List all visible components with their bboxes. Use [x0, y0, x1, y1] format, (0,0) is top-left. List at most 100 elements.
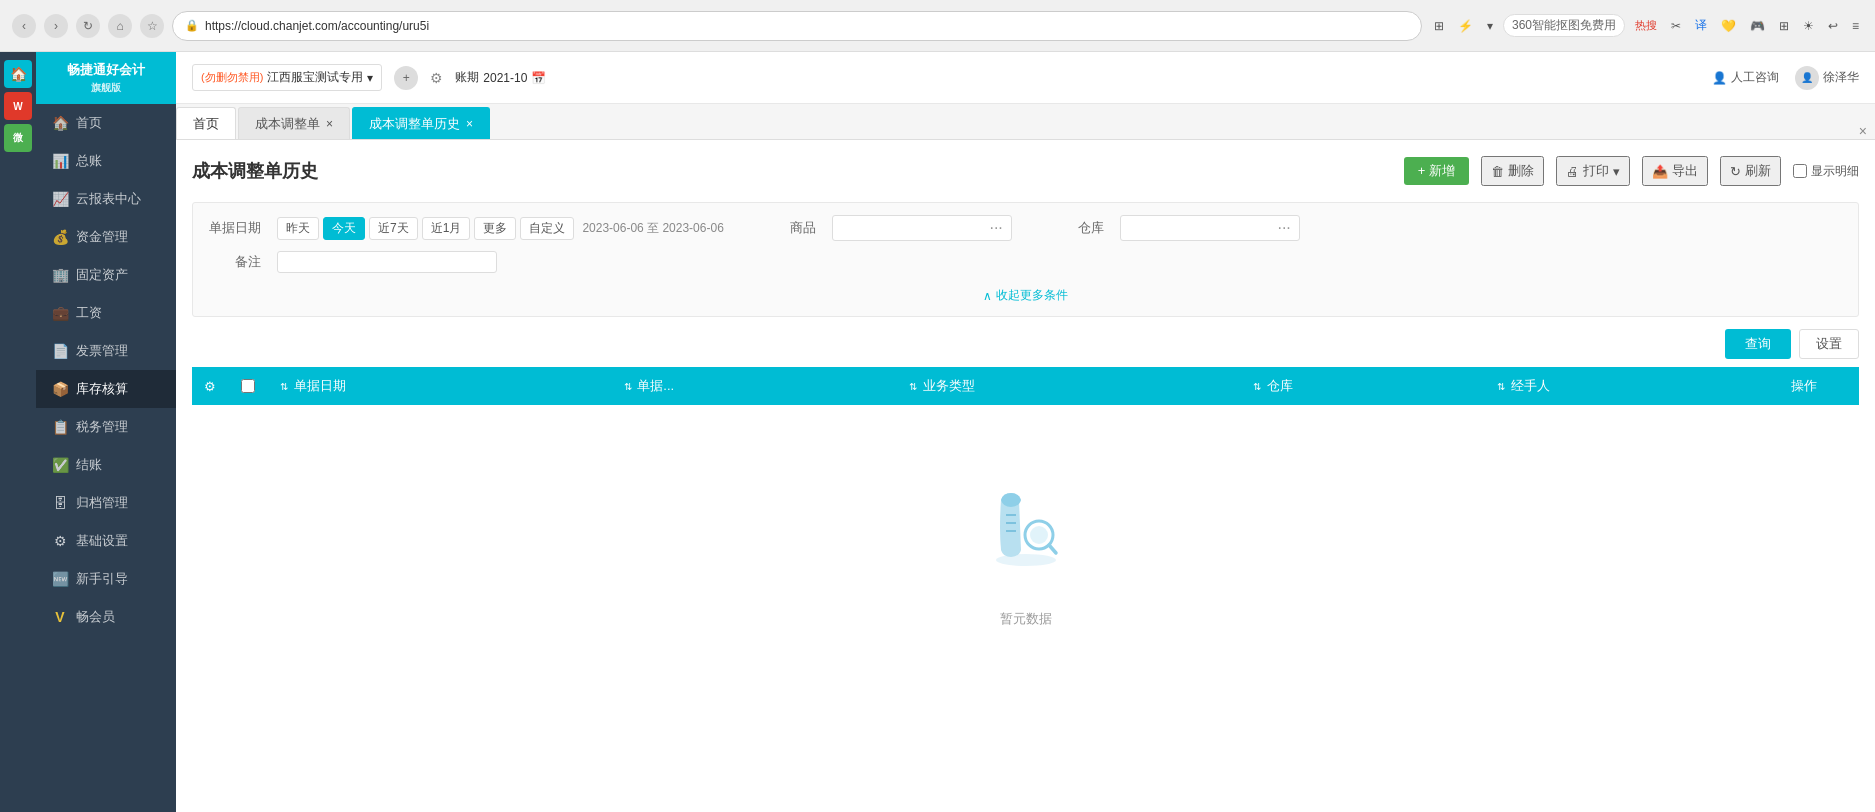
sidebar-item-home[interactable]: 🏠 首页 [36, 104, 176, 142]
th-date-label: 单据日期 [294, 378, 346, 393]
page-title: 成本调整单历史 [192, 159, 318, 183]
lightning-icon[interactable]: ⚡ [1454, 17, 1477, 35]
ssl-icon: 🔒 [185, 19, 199, 32]
extensions-icon[interactable]: ⊞ [1430, 17, 1448, 35]
nav-sidebar: 畅捷通好会计 旗舰版 🏠 首页 📊 总账 📈 云报表中心 💰 资金管理 🏢 固定… [36, 52, 176, 812]
new-button[interactable]: + 新增 [1404, 157, 1469, 185]
th-biz-type[interactable]: ⇅ 业务类型 [897, 367, 1241, 405]
sidebar-item-ledger[interactable]: 📊 总账 [36, 142, 176, 180]
tab-cost-adjust[interactable]: 成本调整单 × [238, 107, 350, 139]
url-bar[interactable]: 🔒 https://cloud.chanjet.com/accounting/u… [172, 11, 1422, 41]
settings-nav-icon: ⚙ [52, 533, 68, 549]
invoice-nav-icon: 📄 [52, 343, 68, 359]
print-button[interactable]: 🖨 打印 ▾ [1556, 156, 1630, 186]
sidebar-item-checkout[interactable]: ✅ 结账 [36, 446, 176, 484]
sort-arrows-biz: ⇅ [909, 381, 917, 392]
table-settings-button[interactable]: 设置 [1799, 329, 1859, 359]
menu-icon[interactable]: ≡ [1848, 17, 1863, 35]
display-checkbox[interactable] [1793, 164, 1807, 178]
add-tab-button[interactable]: + [394, 66, 418, 90]
sidebar-item-archive[interactable]: 🗄 归档管理 [36, 484, 176, 522]
sidebar-item-invoice[interactable]: 📄 发票管理 [36, 332, 176, 370]
tab-cost-adjust-history[interactable]: 成本调整单历史 × [352, 107, 490, 139]
delete-button[interactable]: 🗑 删除 [1481, 156, 1544, 186]
th-checkbox[interactable] [228, 367, 268, 405]
reports-nav-icon: 📈 [52, 191, 68, 207]
remark-input[interactable] [277, 251, 497, 273]
th-operator[interactable]: ⇅ 经手人 [1485, 367, 1779, 405]
sidebar-item-assets[interactable]: 🏢 固定资产 [36, 256, 176, 294]
goods-dots[interactable]: ··· [989, 219, 1002, 237]
table-settings-icon[interactable]: ⚙ [204, 379, 216, 394]
warehouse-dots[interactable]: ··· [1277, 219, 1290, 237]
th-number[interactable]: ⇅ 单据... [612, 367, 898, 405]
th-warehouse[interactable]: ⇅ 仓库 [1241, 367, 1485, 405]
close-all-icon[interactable]: × [1859, 123, 1867, 139]
tab-bar: 首页 成本调整单 × 成本调整单历史 × × [176, 104, 1875, 140]
settings-icon[interactable]: ⚙ [430, 70, 443, 86]
translate-icon[interactable]: 译 [1691, 15, 1711, 36]
user-btn[interactable]: 👤 徐泽华 [1795, 66, 1859, 90]
bookmark-button[interactable]: ☆ [140, 14, 164, 38]
funds-nav-icon: 💰 [52, 229, 68, 245]
today-btn[interactable]: 今天 [323, 217, 365, 240]
query-button[interactable]: 查询 [1725, 329, 1791, 359]
th-number-label: 单据... [637, 378, 674, 393]
undo-icon[interactable]: ↩ [1824, 17, 1842, 35]
gold-icon[interactable]: 💛 [1717, 17, 1740, 35]
sidebar-icon-home[interactable]: 🏠 [4, 60, 32, 88]
1month-btn[interactable]: 近1月 [422, 217, 471, 240]
yesterday-btn[interactable]: 昨天 [277, 217, 319, 240]
browser-bar: ‹ › ↻ ⌂ ☆ 🔒 https://cloud.chanjet.com/ac… [0, 0, 1875, 52]
sidebar-item-member[interactable]: V 畅会员 [36, 598, 176, 636]
back-button[interactable]: ‹ [12, 14, 36, 38]
refresh-button[interactable]: ↻ [76, 14, 100, 38]
help-btn[interactable]: 👤 人工咨询 [1712, 69, 1779, 86]
calendar-icon[interactable]: 📅 [531, 71, 546, 85]
logo-main-text: 畅捷通好会计 [67, 61, 145, 79]
empty-text: 暂元数据 [1000, 610, 1052, 628]
sidebar-item-guide[interactable]: 🆕 新手引导 [36, 560, 176, 598]
tab-cost-adjust-close[interactable]: × [326, 117, 333, 131]
company-selector[interactable]: (勿删勿禁用) 江西服宝测试专用 ▾ [192, 64, 382, 91]
more-btn[interactable]: 更多 [474, 217, 516, 240]
grid-icon[interactable]: ⊞ [1775, 17, 1793, 35]
search-box[interactable]: 360智能抠图免费用 [1503, 14, 1625, 37]
sidebar-item-settings[interactable]: ⚙ 基础设置 [36, 522, 176, 560]
th-settings[interactable]: ⚙ [192, 367, 228, 405]
tab-home[interactable]: 首页 [176, 107, 236, 139]
game-icon[interactable]: 🎮 [1746, 17, 1769, 35]
custom-btn[interactable]: 自定义 [520, 217, 574, 240]
sidebar-icon-wechat[interactable]: 微 [4, 124, 32, 152]
sun-icon[interactable]: ☀ [1799, 17, 1818, 35]
top-bar: (勿删勿禁用) 江西服宝测试专用 ▾ + ⚙ 账期 2021-10 📅 👤 人工… [176, 52, 1875, 104]
sidebar-item-reports[interactable]: 📈 云报表中心 [36, 180, 176, 218]
sort-arrows-date: ⇅ [280, 381, 288, 392]
sidebar-item-tax[interactable]: 📋 税务管理 [36, 408, 176, 446]
cut-icon[interactable]: ✂ [1667, 17, 1685, 35]
collapse-row: ∧ 收起更多条件 [209, 283, 1842, 304]
7days-btn[interactable]: 近7天 [369, 217, 418, 240]
export-button[interactable]: 📤 导出 [1642, 156, 1708, 186]
goods-select[interactable]: ··· [832, 215, 1012, 241]
collapse-button[interactable]: ∧ 收起更多条件 [983, 287, 1068, 304]
inventory-nav-label: 库存核算 [76, 380, 128, 398]
th-date[interactable]: ⇅ 单据日期 [268, 367, 612, 405]
home-button[interactable]: ⌂ [108, 14, 132, 38]
sidebar-icon-weibo[interactable]: W [4, 92, 32, 120]
sidebar-item-salary[interactable]: 💼 工资 [36, 294, 176, 332]
tab-cost-adjust-history-close[interactable]: × [466, 117, 473, 131]
sidebar-item-inventory[interactable]: 📦 库存核算 [36, 370, 176, 408]
warehouse-select[interactable]: ··· [1120, 215, 1300, 241]
sidebar-item-funds[interactable]: 💰 资金管理 [36, 218, 176, 256]
refresh-button[interactable]: ↻ 刷新 [1720, 156, 1781, 186]
display-toggle[interactable]: 显示明细 [1793, 163, 1859, 180]
period-info: 账期 2021-10 📅 [455, 69, 546, 86]
th-actions-label: 操作 [1791, 378, 1817, 393]
dropdown-icon[interactable]: ▾ [1483, 17, 1497, 35]
assets-nav-icon: 🏢 [52, 267, 68, 283]
filter-action-row: 查询 设置 [192, 329, 1859, 359]
forward-button[interactable]: › [44, 14, 68, 38]
select-all-checkbox[interactable] [241, 379, 255, 393]
date-filter-label: 单据日期 [209, 219, 261, 237]
